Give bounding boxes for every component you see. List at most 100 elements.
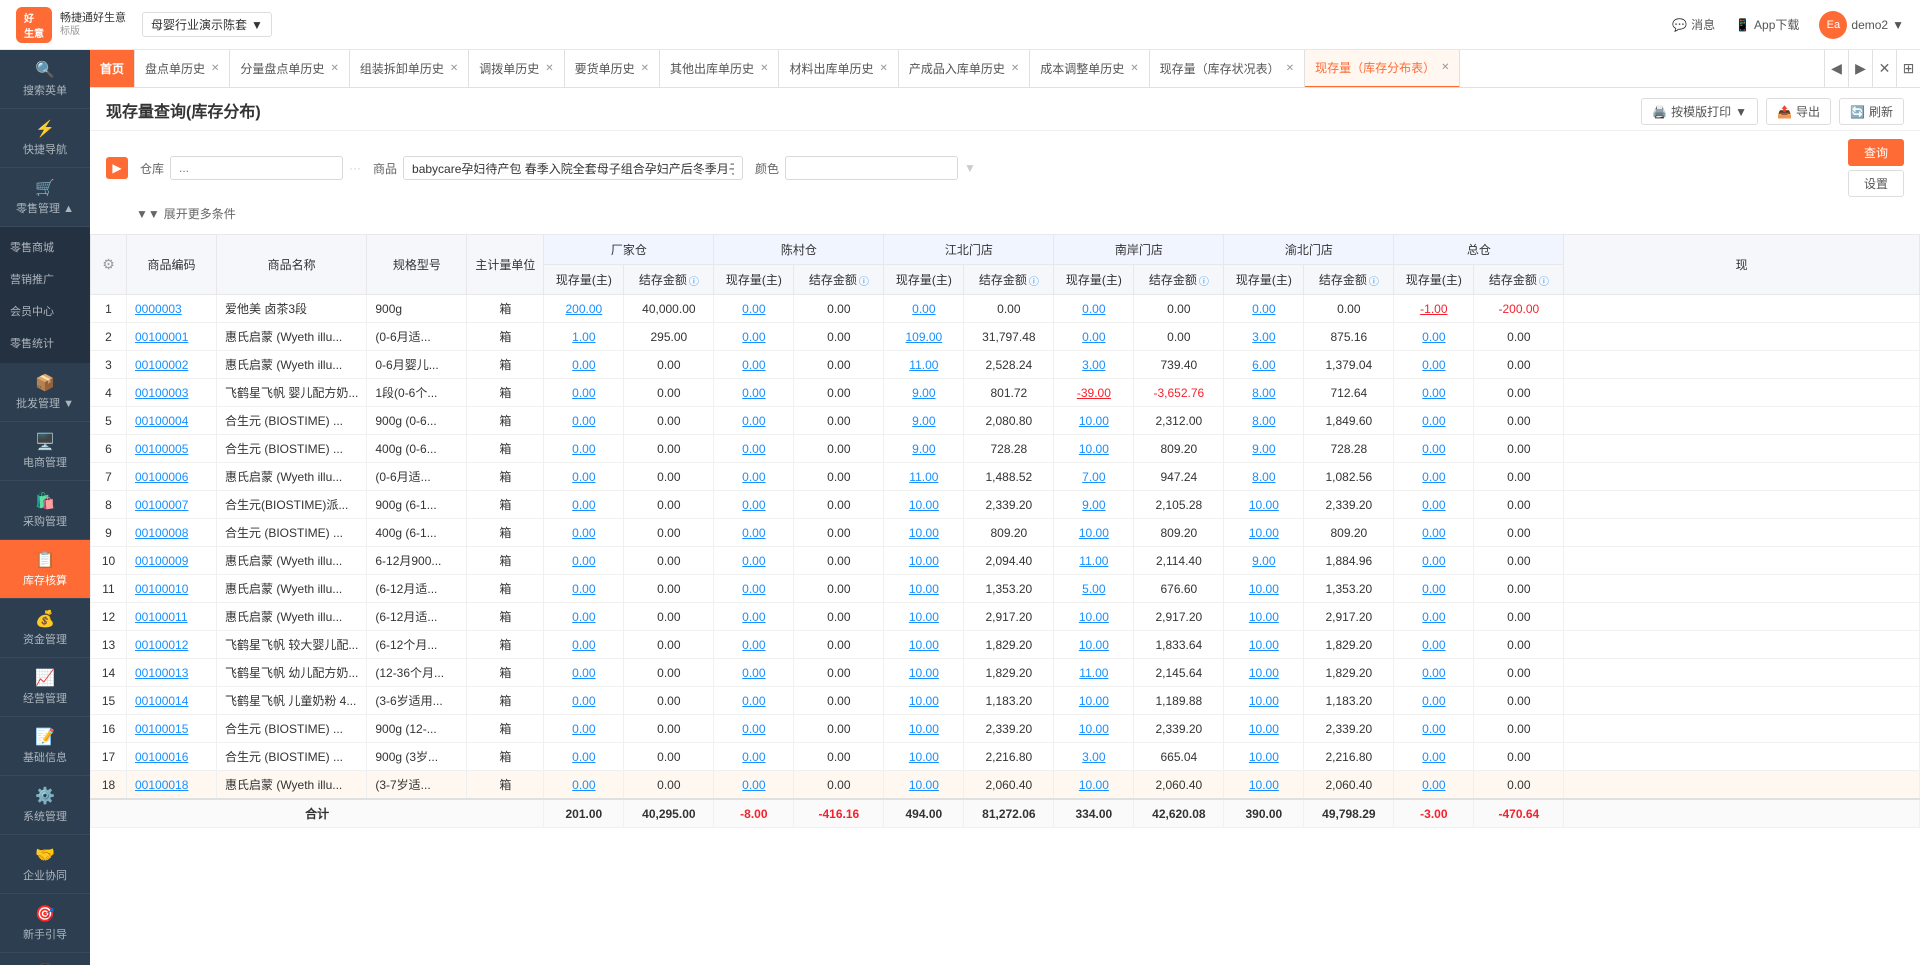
cell-f-cur[interactable]: 0.00 — [544, 715, 624, 743]
tab-stock-distribution[interactable]: 现存量（库存分布表） ✕ — [1305, 50, 1460, 88]
cell-na-cur[interactable]: 3.00 — [1054, 351, 1134, 379]
sidebar-item-search[interactable]: 🔍 搜索英单 — [0, 50, 90, 109]
cell-cl-cur[interactable]: 0.00 — [714, 435, 794, 463]
tab-other-outstock[interactable]: 其他出库单历史 ✕ — [660, 50, 779, 88]
cell-f-cur[interactable]: 0.00 — [544, 351, 624, 379]
cell-code[interactable]: 00100002 — [127, 351, 217, 379]
cell-code[interactable]: 00100012 — [127, 631, 217, 659]
refresh-btn[interactable]: 🔄 刷新 — [1839, 98, 1904, 125]
cell-jb-cur[interactable]: 10.00 — [884, 687, 964, 715]
cell-jb-cur[interactable]: 11.00 — [884, 351, 964, 379]
cell-code[interactable]: 00100004 — [127, 407, 217, 435]
cell-na-cur[interactable]: 5.00 — [1054, 575, 1134, 603]
tab-assembly[interactable]: 组装拆卸单历史 ✕ — [350, 50, 469, 88]
cell-f-cur[interactable]: 0.00 — [544, 743, 624, 771]
cell-cl-cur[interactable]: 0.00 — [714, 687, 794, 715]
cell-cl-cur[interactable]: 0.00 — [714, 351, 794, 379]
cell-jb-cur[interactable]: 10.00 — [884, 631, 964, 659]
export-btn[interactable]: 📤 导出 — [1766, 98, 1831, 125]
cell-cl-cur[interactable]: 0.00 — [714, 547, 794, 575]
cell-yb-cur[interactable]: 10.00 — [1224, 575, 1304, 603]
table-container[interactable]: ⚙ 商品编码 商品名称 规格型号 主计量单位 厂家仓 陈村仓 江北门店 南岸门店… — [90, 234, 1920, 965]
cell-code[interactable]: 00100005 — [127, 435, 217, 463]
warehouse-input[interactable] — [170, 156, 343, 180]
cell-jb-cur[interactable]: 0.00 — [884, 295, 964, 323]
sidebar-item-inventory[interactable]: 📋 库存核算 — [0, 540, 90, 599]
cell-cl-cur[interactable]: 0.00 — [714, 491, 794, 519]
cell-code[interactable]: 00100003 — [127, 379, 217, 407]
cell-jb-cur[interactable]: 10.00 — [884, 715, 964, 743]
sidebar-item-finance[interactable]: 💰 资金管理 — [0, 599, 90, 658]
cell-tot-cur[interactable]: 0.00 — [1394, 435, 1474, 463]
tab-expand[interactable]: ⊞ — [1896, 50, 1920, 88]
cell-code[interactable]: 00100016 — [127, 743, 217, 771]
cell-code[interactable]: 00100018 — [127, 771, 217, 800]
tab-nav-right[interactable]: ▶ — [1848, 50, 1872, 88]
tab-stock-status[interactable]: 现存量（库存状况表） ✕ — [1150, 50, 1305, 88]
cell-yb-cur[interactable]: 9.00 — [1224, 435, 1304, 463]
cell-f-cur[interactable]: 1.00 — [544, 323, 624, 351]
cell-tot-cur[interactable]: 0.00 — [1394, 407, 1474, 435]
cell-cl-cur[interactable]: 0.00 — [714, 407, 794, 435]
cell-tot-cur[interactable]: -1.00 — [1394, 295, 1474, 323]
cell-code[interactable]: 0000003 — [127, 295, 217, 323]
cell-cl-cur[interactable]: 0.00 — [714, 519, 794, 547]
cell-tot-cur[interactable]: 0.00 — [1394, 519, 1474, 547]
app-download-btn[interactable]: 📱 App下载 — [1735, 16, 1799, 33]
cell-code[interactable]: 00100013 — [127, 659, 217, 687]
tab-cost-adjust[interactable]: 成本调整单历史 ✕ — [1030, 50, 1149, 88]
cell-jb-cur[interactable]: 10.00 — [884, 575, 964, 603]
cell-jb-cur[interactable]: 10.00 — [884, 603, 964, 631]
cell-yb-cur[interactable]: 10.00 — [1224, 687, 1304, 715]
cell-na-cur[interactable]: 11.00 — [1054, 659, 1134, 687]
cell-code[interactable]: 00100001 — [127, 323, 217, 351]
setting-btn[interactable]: 设置 — [1848, 170, 1904, 197]
cell-f-cur[interactable]: 0.00 — [544, 435, 624, 463]
cell-f-cur[interactable]: 0.00 — [544, 631, 624, 659]
cell-tot-cur[interactable]: 0.00 — [1394, 463, 1474, 491]
cell-jb-cur[interactable]: 10.00 — [884, 743, 964, 771]
user-avatar[interactable]: Ea demo2 ▼ — [1819, 11, 1904, 39]
cell-na-cur[interactable]: 0.00 — [1054, 323, 1134, 351]
query-btn[interactable]: 查询 — [1848, 139, 1904, 166]
sidebar-item-member[interactable]: 会员中心 — [0, 295, 90, 327]
cell-f-cur[interactable]: 0.00 — [544, 379, 624, 407]
sidebar-item-purchase[interactable]: 🛍️ 采购管理 — [0, 481, 90, 540]
filter-expand-arrow[interactable]: ▶ — [106, 157, 128, 179]
cell-tot-cur[interactable]: 0.00 — [1394, 715, 1474, 743]
sidebar-item-newguide[interactable]: 🎯 新手引导 — [0, 894, 90, 953]
settings-icon[interactable]: ⚙ — [102, 256, 115, 272]
tab-finished-instock[interactable]: 产成品入库单历史 ✕ — [899, 50, 1030, 88]
cell-cl-cur[interactable]: 0.00 — [714, 575, 794, 603]
cell-yb-cur[interactable]: 10.00 — [1224, 603, 1304, 631]
cell-f-cur[interactable]: 0.00 — [544, 659, 624, 687]
cell-tot-cur[interactable]: 0.00 — [1394, 351, 1474, 379]
sidebar-item-system[interactable]: ⚙️ 系统管理 — [0, 776, 90, 835]
cell-f-cur[interactable]: 0.00 — [544, 491, 624, 519]
cell-tot-cur[interactable]: 0.00 — [1394, 379, 1474, 407]
cell-jb-cur[interactable]: 10.00 — [884, 659, 964, 687]
cell-yb-cur[interactable]: 9.00 — [1224, 547, 1304, 575]
cell-cl-cur[interactable]: 0.00 — [714, 715, 794, 743]
cell-cl-cur[interactable]: 0.00 — [714, 659, 794, 687]
cell-tot-cur[interactable]: 0.00 — [1394, 743, 1474, 771]
cell-na-cur[interactable]: 3.00 — [1054, 743, 1134, 771]
cell-na-cur[interactable]: 10.00 — [1054, 715, 1134, 743]
cell-code[interactable]: 00100009 — [127, 547, 217, 575]
cell-jb-cur[interactable]: 9.00 — [884, 407, 964, 435]
cell-jb-cur[interactable]: 10.00 — [884, 491, 964, 519]
cell-f-cur[interactable]: 0.00 — [544, 687, 624, 715]
tab-home[interactable]: 首页 — [90, 50, 135, 88]
cell-tot-cur[interactable]: 0.00 — [1394, 631, 1474, 659]
cell-f-cur[interactable]: 0.00 — [544, 463, 624, 491]
sidebar-item-retail-mall[interactable]: 零售商城 — [0, 231, 90, 263]
cell-tot-cur[interactable]: 0.00 — [1394, 491, 1474, 519]
cell-code[interactable]: 00100010 — [127, 575, 217, 603]
tab-close-all[interactable]: ✕ — [1872, 50, 1896, 88]
cell-yb-cur[interactable]: 8.00 — [1224, 463, 1304, 491]
cell-cl-cur[interactable]: 0.00 — [714, 323, 794, 351]
tab-inventory-check-history[interactable]: 盘点单历史 ✕ — [135, 50, 230, 88]
cell-jb-cur[interactable]: 11.00 — [884, 463, 964, 491]
cell-yb-cur[interactable]: 10.00 — [1224, 715, 1304, 743]
tab-requisition[interactable]: 要货单历史 ✕ — [565, 50, 660, 88]
